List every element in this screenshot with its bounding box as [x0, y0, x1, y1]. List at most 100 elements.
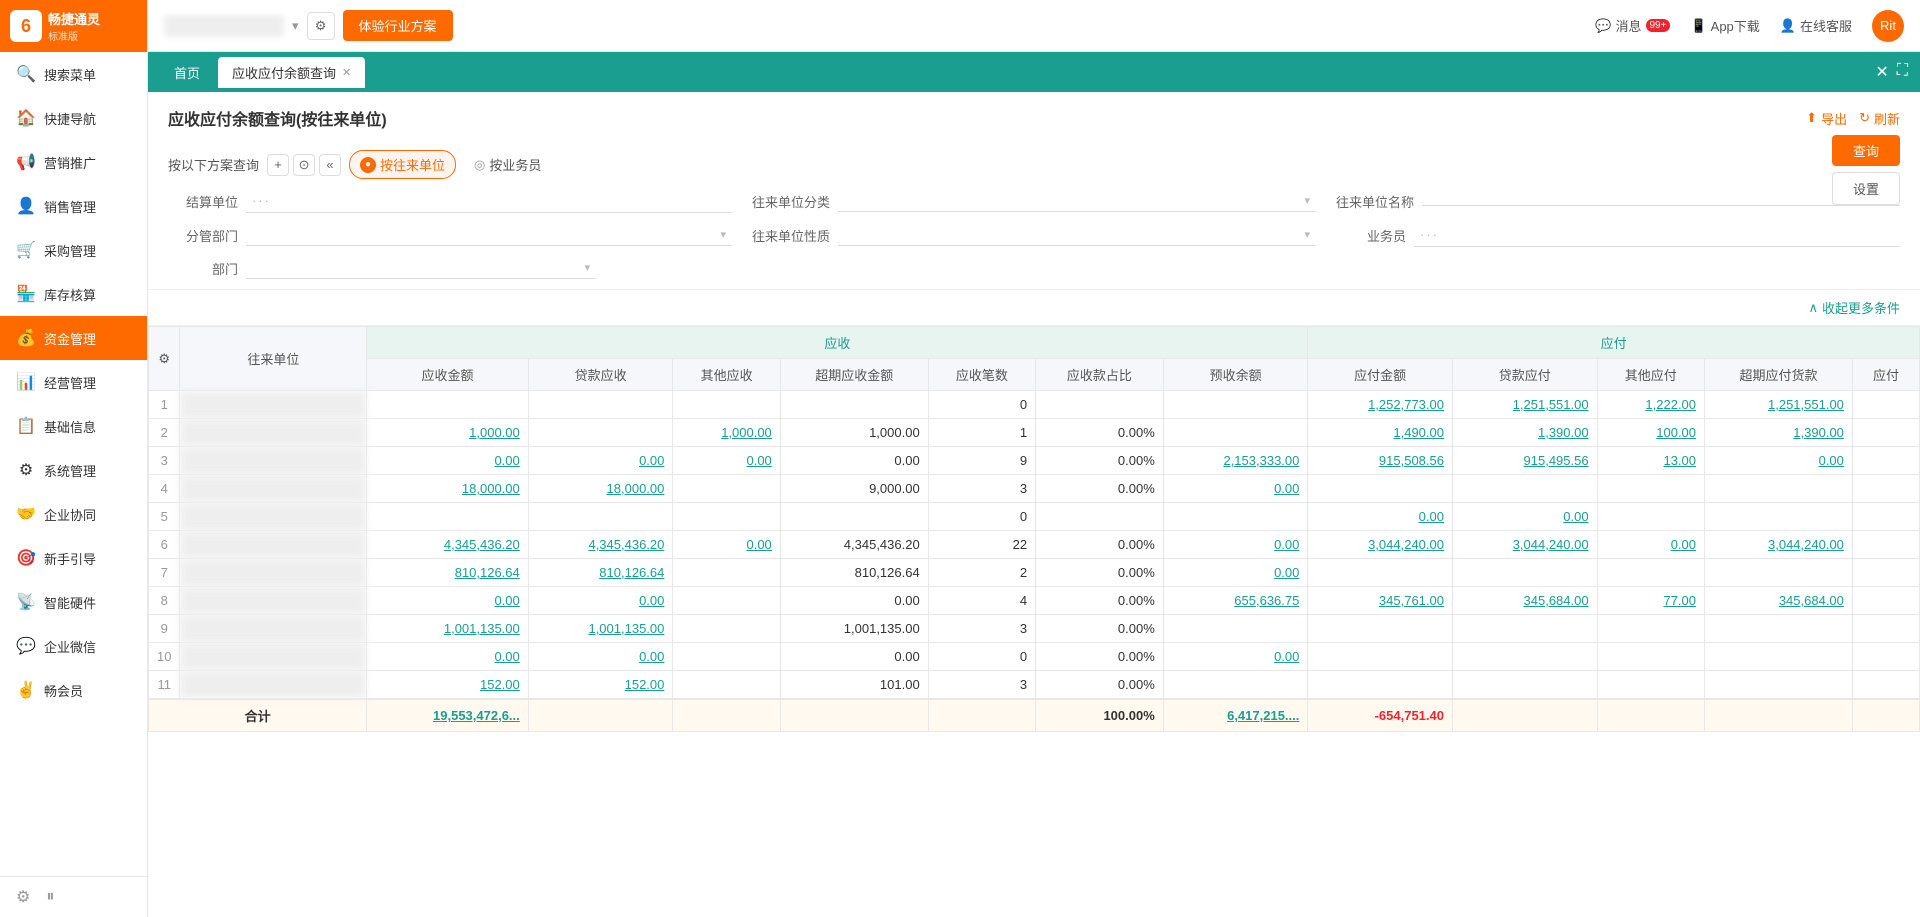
- prepayment-cell[interactable]: 0.00: [1163, 475, 1308, 503]
- receivable-amt-cell[interactable]: 152.00: [367, 671, 529, 700]
- payable-amt-cell[interactable]: 3,044,240.00: [1308, 531, 1453, 559]
- loan-receivable-cell[interactable]: 0.00: [528, 587, 673, 615]
- settlement-unit-input[interactable]: ···: [246, 189, 732, 213]
- receivable-amt-cell[interactable]: 810,126.64: [367, 559, 529, 587]
- notifications-button[interactable]: 💬 消息 99+: [1595, 16, 1670, 35]
- online-service-button[interactable]: 👤 在线客服: [1780, 16, 1852, 35]
- overdue-payable-cell[interactable]: 345,684.00: [1705, 587, 1853, 615]
- receivable-amt-cell[interactable]: 1,001,135.00: [367, 615, 529, 643]
- refresh-button[interactable]: ↻ 刷新: [1859, 109, 1900, 128]
- loan-payable-cell[interactable]: 1,251,551.00: [1452, 391, 1597, 419]
- other-payable-cell[interactable]: 0.00: [1597, 531, 1704, 559]
- loan-receivable-cell[interactable]: 4,345,436.20: [528, 531, 673, 559]
- receivable-amt-cell[interactable]: 4,345,436.20: [367, 531, 529, 559]
- collapse-filter-button[interactable]: «: [319, 154, 341, 176]
- other-payable-cell[interactable]: 13.00: [1597, 447, 1704, 475]
- gear-button[interactable]: ⚙: [307, 12, 335, 40]
- app-download-button[interactable]: 📱 App下载: [1690, 16, 1759, 35]
- prepayment-cell[interactable]: 2,153,333.00: [1163, 447, 1308, 475]
- filter-group-salesperson[interactable]: ◎ 按业务员: [464, 151, 551, 178]
- target-filter-button[interactable]: ⊙: [293, 154, 315, 176]
- prepayment-cell[interactable]: 0.00: [1163, 531, 1308, 559]
- sidebar-item-wechat[interactable]: 💬 企业微信: [0, 624, 147, 668]
- loan-receivable-cell[interactable]: 18,000.00: [528, 475, 673, 503]
- solution-button[interactable]: 体验行业方案: [343, 10, 453, 41]
- overdue-payable-cell[interactable]: 1,390.00: [1705, 419, 1853, 447]
- other-payable-cell[interactable]: 1,222.00: [1597, 391, 1704, 419]
- add-filter-button[interactable]: +: [267, 154, 289, 176]
- sidebar-item-cooperation[interactable]: 🤝 企业协同: [0, 492, 147, 536]
- prepayment-cell[interactable]: 655,636.75: [1163, 587, 1308, 615]
- other-receivable-cell[interactable]: 0.00: [673, 447, 780, 475]
- overdue-payable-cell[interactable]: 1,251,551.00: [1705, 391, 1853, 419]
- sidebar-item-sales[interactable]: 👤 销售管理: [0, 184, 147, 228]
- department-select[interactable]: ▾: [246, 257, 596, 279]
- tab-home[interactable]: 首页: [160, 57, 214, 88]
- partner-category-select[interactable]: ▾: [838, 190, 1316, 212]
- payable-amt-cell[interactable]: 345,761.00: [1308, 587, 1453, 615]
- loan-payable-cell[interactable]: 345,684.00: [1452, 587, 1597, 615]
- loan-receivable-cell[interactable]: 1,001,135.00: [528, 615, 673, 643]
- partner-nature-select[interactable]: ▾: [838, 224, 1316, 246]
- loan-payable-cell[interactable]: 3,044,240.00: [1452, 531, 1597, 559]
- payable-amt-cell[interactable]: 0.00: [1308, 503, 1453, 531]
- loan-receivable-cell[interactable]: 810,126.64: [528, 559, 673, 587]
- sidebar-item-purchase[interactable]: 🛒 采购管理: [0, 228, 147, 272]
- receivable-amt-cell[interactable]: 0.00: [367, 643, 529, 671]
- sidebar-item-member[interactable]: ✌ 畅会员: [0, 668, 147, 712]
- table-settings-header[interactable]: ⚙: [149, 327, 180, 391]
- collapse-more-conditions-button[interactable]: ∧ 收起更多条件: [148, 290, 1920, 326]
- window-maximize-icon[interactable]: ⛶: [1897, 62, 1908, 82]
- overdue-payable-cell[interactable]: 0.00: [1705, 447, 1853, 475]
- payable-amt-cell[interactable]: 915,508.56: [1308, 447, 1453, 475]
- pause-icon[interactable]: ⏸: [46, 888, 54, 906]
- settings-icon[interactable]: ⚙: [16, 887, 30, 907]
- overdue-payable-cell[interactable]: 3,044,240.00: [1705, 531, 1853, 559]
- sidebar-item-basic[interactable]: 📋 基础信息: [0, 404, 147, 448]
- receivable-amt-cell[interactable]: 18,000.00: [367, 475, 529, 503]
- export-button[interactable]: ⬆ 导出: [1806, 109, 1847, 128]
- dept-manager-select[interactable]: ▾: [246, 224, 732, 246]
- payable-amt-cell[interactable]: 1,490.00: [1308, 419, 1453, 447]
- footer-prepayment[interactable]: 6,417,215....: [1163, 699, 1308, 732]
- sidebar-item-operation[interactable]: 📊 经营管理: [0, 360, 147, 404]
- other-payable-cell[interactable]: 77.00: [1597, 587, 1704, 615]
- loan-payable-cell[interactable]: 0.00: [1452, 503, 1597, 531]
- sidebar-item-finance[interactable]: 💰 资金管理: [0, 316, 147, 360]
- window-close-icon[interactable]: ✕: [1875, 62, 1888, 82]
- sidebar-item-search-menu[interactable]: 🔍 搜索菜单: [0, 52, 147, 96]
- sidebar-item-inventory[interactable]: 🏪 库存核算: [0, 272, 147, 316]
- sidebar-item-system[interactable]: ⚙ 系统管理: [0, 448, 147, 492]
- receivable-amt-cell[interactable]: 0.00: [367, 587, 529, 615]
- footer-receivable-amt[interactable]: 19,553,472,6...: [367, 699, 529, 732]
- other-receivable-cell: [673, 391, 780, 419]
- prepayment-cell[interactable]: 0.00: [1163, 559, 1308, 587]
- sidebar-item-marketing[interactable]: 📢 营销推广: [0, 140, 147, 184]
- top-header: ▾ ⚙ 体验行业方案 💬 消息 99+ 📱 App下载 👤 在线客服: [148, 0, 1920, 52]
- tab-close-icon[interactable]: ✕: [342, 66, 351, 79]
- payable-amt-cell: [1308, 559, 1453, 587]
- sidebar-item-hardware[interactable]: 📡 智能硬件: [0, 580, 147, 624]
- row-number: 8: [149, 587, 180, 615]
- receivable-amt-cell[interactable]: 0.00: [367, 447, 529, 475]
- query-button[interactable]: 查询: [1832, 135, 1900, 166]
- prepayment-cell[interactable]: 0.00: [1163, 643, 1308, 671]
- loan-receivable-cell[interactable]: 0.00: [528, 447, 673, 475]
- settings-button[interactable]: 设置: [1832, 172, 1900, 205]
- loan-receivable-cell[interactable]: 152.00: [528, 671, 673, 700]
- salesperson-input[interactable]: ···: [1414, 223, 1900, 247]
- other-payable-cell[interactable]: 100.00: [1597, 419, 1704, 447]
- other-receivable-cell[interactable]: 0.00: [673, 531, 780, 559]
- loan-payable-cell[interactable]: 915,495.56: [1452, 447, 1597, 475]
- loan-payable-cell[interactable]: 1,390.00: [1452, 419, 1597, 447]
- payable-amt-cell[interactable]: 1,252,773.00: [1308, 391, 1453, 419]
- other-receivable-cell[interactable]: 1,000.00: [673, 419, 780, 447]
- user-avatar[interactable]: Rit: [1872, 10, 1904, 42]
- sidebar-item-quick-nav[interactable]: 🏠 快捷导航: [0, 96, 147, 140]
- loan-receivable-cell[interactable]: 0.00: [528, 643, 673, 671]
- filter-group-partner[interactable]: ● 按往来单位: [349, 150, 456, 179]
- receivable-amt-cell[interactable]: 1,000.00: [367, 419, 529, 447]
- sidebar-item-guide[interactable]: 🎯 新手引导: [0, 536, 147, 580]
- partner-name-input[interactable]: [1422, 197, 1900, 206]
- tab-receivable[interactable]: 应收应付余额查询 ✕: [218, 57, 365, 88]
